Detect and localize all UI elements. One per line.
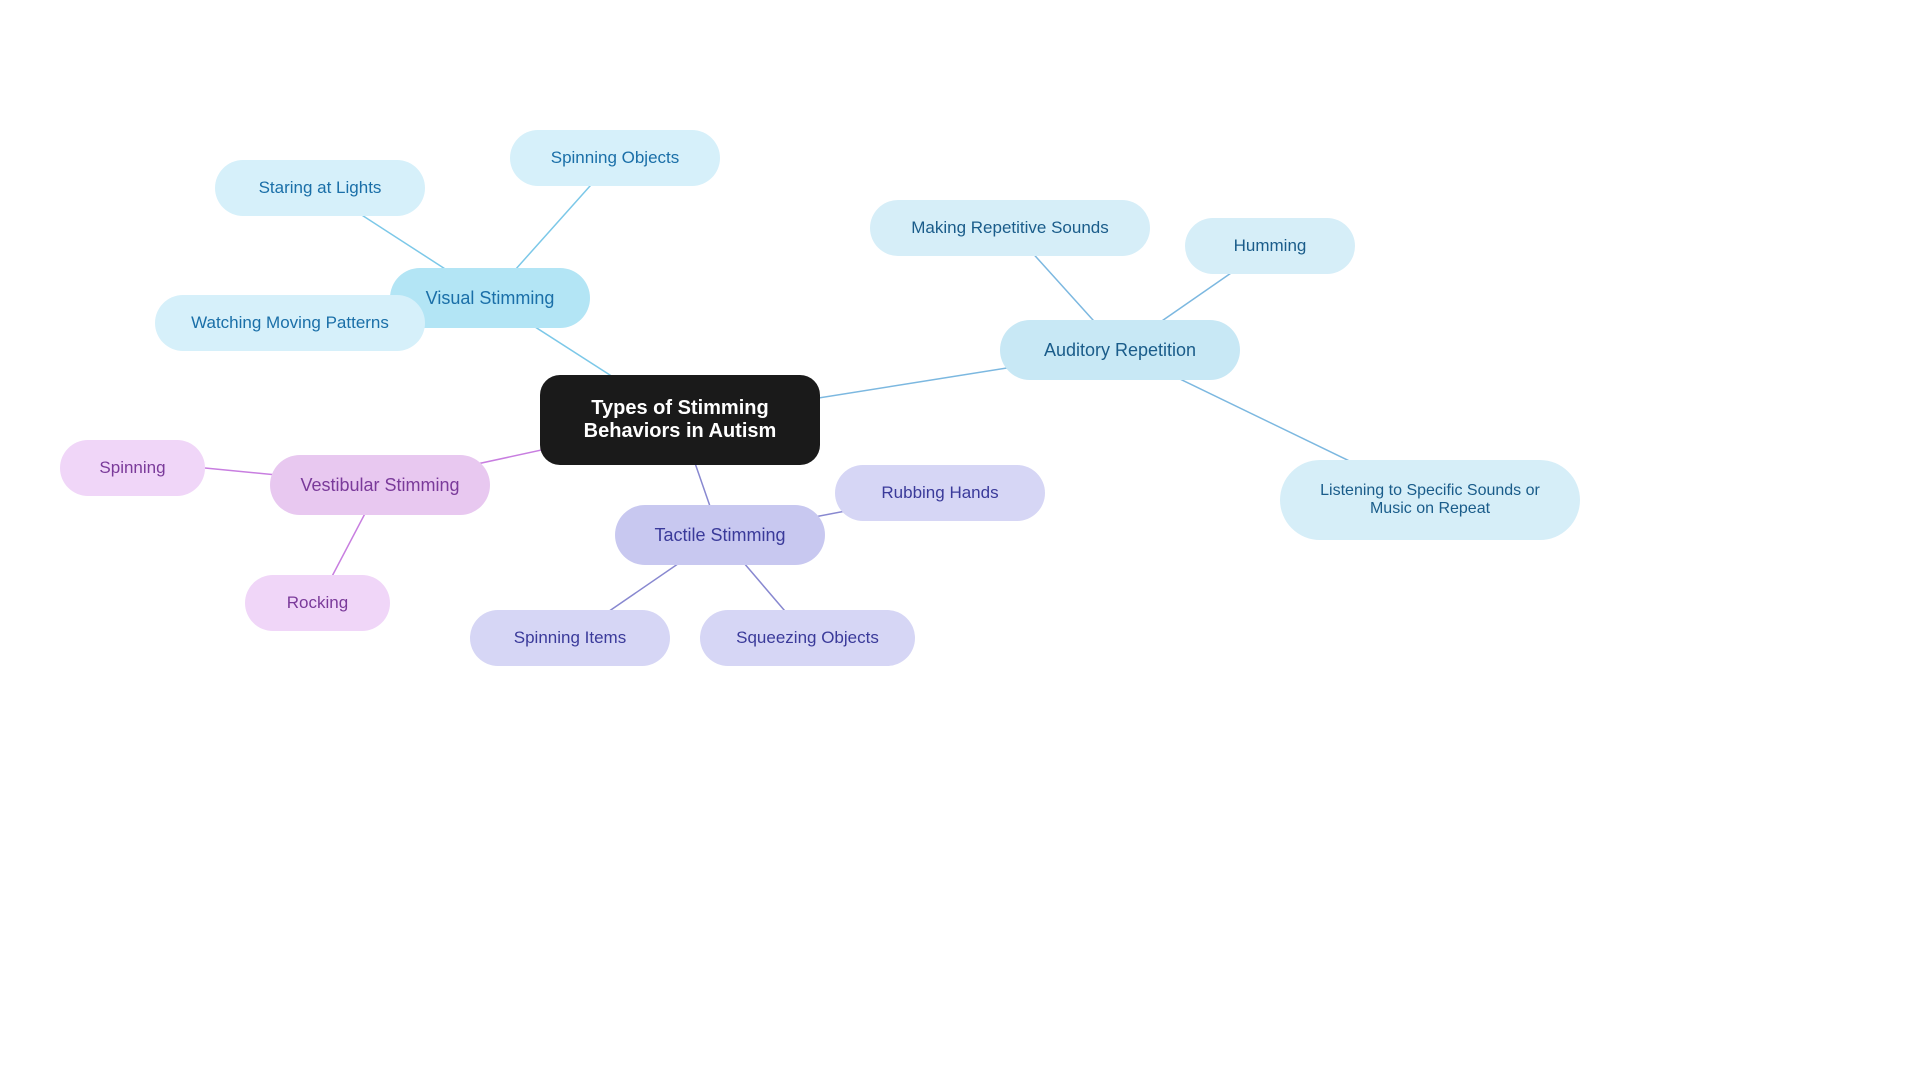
humming-label: Humming: [1234, 236, 1307, 256]
spinning-objects-node: Spinning Objects: [510, 130, 720, 186]
center-node: Types of Stimming Behaviors in Autism: [540, 375, 820, 465]
vestibular-stimming-node: Vestibular Stimming: [270, 455, 490, 515]
listening-repeat-node: Listening to Specific Sounds or Music on…: [1280, 460, 1580, 540]
rubbing-hands-label: Rubbing Hands: [881, 483, 998, 503]
making-repetitive-sounds-label: Making Repetitive Sounds: [911, 218, 1109, 238]
tactile-stimming-label: Tactile Stimming: [654, 525, 785, 546]
watching-moving-patterns-label: Watching Moving Patterns: [191, 313, 389, 333]
staring-at-lights-label: Staring at Lights: [259, 178, 382, 198]
auditory-repetition-node: Auditory Repetition: [1000, 320, 1240, 380]
spinning-objects-label: Spinning Objects: [551, 148, 680, 168]
rocking-node: Rocking: [245, 575, 390, 631]
visual-stimming-label: Visual Stimming: [426, 288, 555, 309]
spinning-node: Spinning: [60, 440, 205, 496]
making-repetitive-sounds-node: Making Repetitive Sounds: [870, 200, 1150, 256]
center-label: Types of Stimming Behaviors in Autism: [560, 397, 800, 443]
listening-repeat-label: Listening to Specific Sounds or Music on…: [1304, 482, 1556, 518]
squeezing-objects-label: Squeezing Objects: [736, 628, 879, 648]
humming-node: Humming: [1185, 218, 1355, 274]
staring-at-lights-node: Staring at Lights: [215, 160, 425, 216]
watching-moving-patterns-node: Watching Moving Patterns: [155, 295, 425, 351]
rocking-label: Rocking: [287, 593, 348, 613]
spinning-items-node: Spinning Items: [470, 610, 670, 666]
squeezing-objects-node: Squeezing Objects: [700, 610, 915, 666]
spinning-items-label: Spinning Items: [514, 628, 626, 648]
vestibular-stimming-label: Vestibular Stimming: [300, 475, 459, 496]
auditory-repetition-label: Auditory Repetition: [1044, 340, 1196, 361]
tactile-stimming-node: Tactile Stimming: [615, 505, 825, 565]
rubbing-hands-node: Rubbing Hands: [835, 465, 1045, 521]
spinning-label: Spinning: [99, 458, 165, 478]
